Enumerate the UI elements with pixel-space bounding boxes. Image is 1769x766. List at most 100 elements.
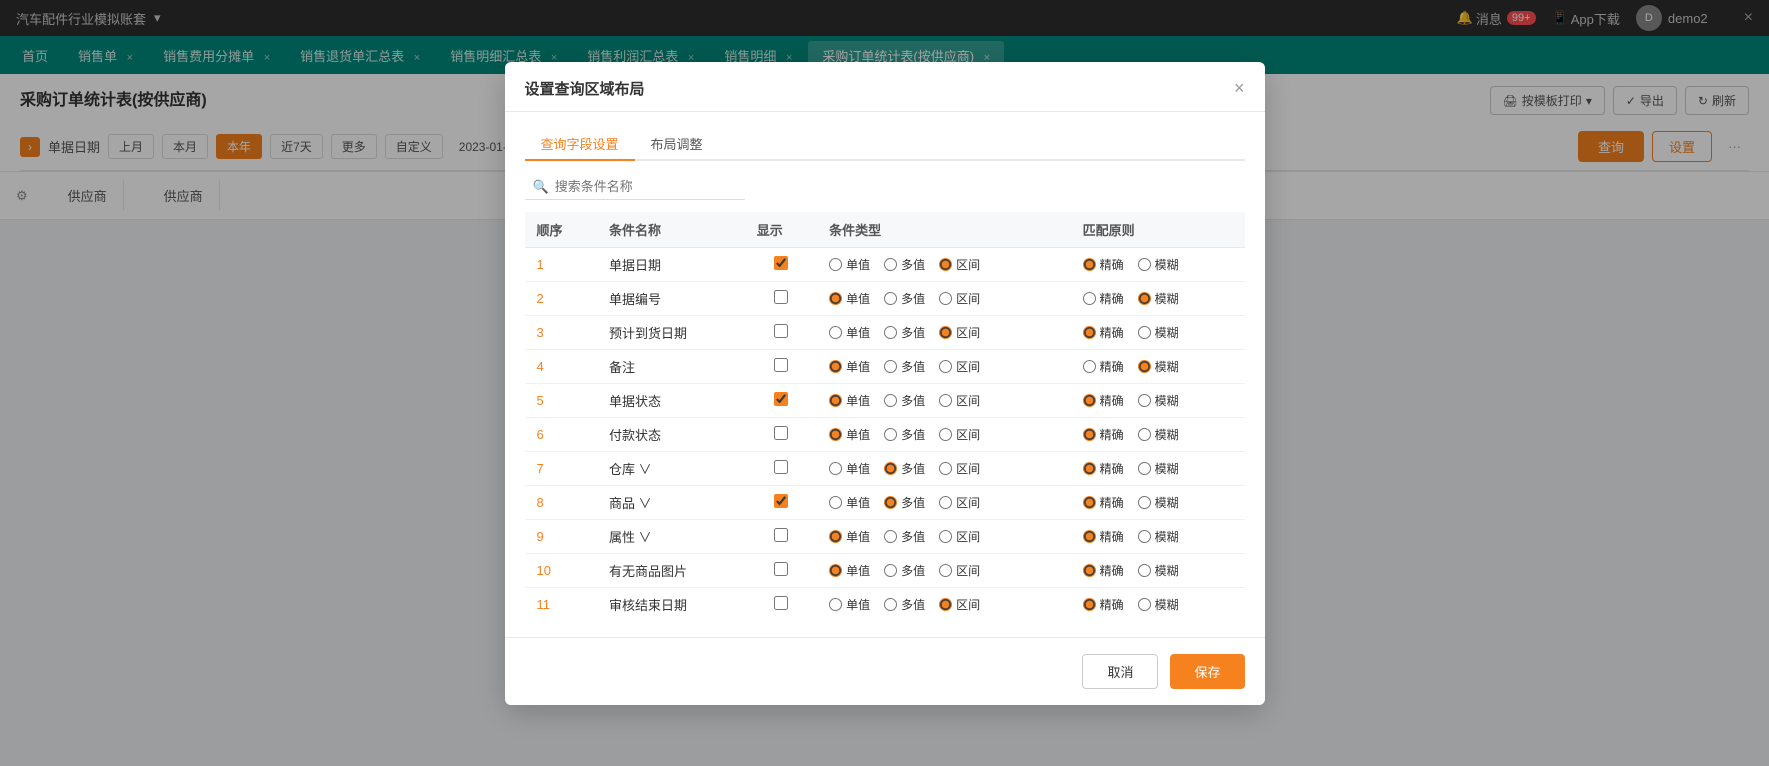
row-match-cell: 精确模糊 — [1071, 553, 1245, 587]
row-name: 单据状态 — [597, 383, 745, 417]
type-radio-多值[interactable]: 多值 — [884, 324, 925, 341]
match-radio-模糊[interactable]: 模糊 — [1138, 256, 1179, 273]
tab-query-fields[interactable]: 查询字段设置 — [525, 128, 635, 161]
type-radio-区间[interactable]: 区间 — [939, 460, 980, 477]
type-radio-多值[interactable]: 多值 — [884, 426, 925, 443]
match-radio-精确[interactable]: 精确 — [1083, 290, 1124, 307]
display-checkbox[interactable] — [774, 358, 788, 372]
row-order: 7 — [525, 451, 597, 485]
type-radio-区间[interactable]: 区间 — [939, 528, 980, 545]
type-radio-多值[interactable]: 多值 — [884, 596, 925, 613]
row-type-cell: 单值多值区间 — [817, 485, 1071, 519]
match-radio-精确[interactable]: 精确 — [1083, 562, 1124, 579]
display-checkbox[interactable] — [774, 562, 788, 576]
row-type-cell: 单值多值区间 — [817, 519, 1071, 553]
match-radio-模糊[interactable]: 模糊 — [1138, 460, 1179, 477]
search-input[interactable] — [555, 179, 735, 194]
type-radio-单值[interactable]: 单值 — [829, 358, 870, 375]
row-type-cell: 单值多值区间 — [817, 349, 1071, 383]
row-match-cell: 精确模糊 — [1071, 587, 1245, 621]
match-radio-模糊[interactable]: 模糊 — [1138, 494, 1179, 511]
type-radio-单值[interactable]: 单值 — [829, 256, 870, 273]
row-display-cell — [745, 519, 817, 553]
type-radio-区间[interactable]: 区间 — [939, 596, 980, 613]
row-display-cell — [745, 587, 817, 621]
match-radio-模糊[interactable]: 模糊 — [1138, 392, 1179, 409]
cancel-button[interactable]: 取消 — [1082, 654, 1158, 689]
type-radio-单值[interactable]: 单值 — [829, 324, 870, 341]
th-match: 匹配原则 — [1071, 212, 1245, 248]
match-radio-精确[interactable]: 精确 — [1083, 392, 1124, 409]
match-radio-模糊[interactable]: 模糊 — [1138, 290, 1179, 307]
row-display-cell — [745, 281, 817, 315]
match-radio-模糊[interactable]: 模糊 — [1138, 324, 1179, 341]
type-radio-多值[interactable]: 多值 — [884, 256, 925, 273]
row-display-cell — [745, 485, 817, 519]
type-radio-区间[interactable]: 区间 — [939, 324, 980, 341]
tab-layout[interactable]: 布局调整 — [635, 128, 719, 161]
type-radio-单值[interactable]: 单值 — [829, 392, 870, 409]
match-radio-模糊[interactable]: 模糊 — [1138, 596, 1179, 613]
type-radio-区间[interactable]: 区间 — [939, 358, 980, 375]
type-radio-多值[interactable]: 多值 — [884, 392, 925, 409]
row-order: 4 — [525, 349, 597, 383]
settings-modal: 设置查询区域布局 × 查询字段设置 布局调整 🔍 顺序 — [505, 62, 1265, 705]
type-radio-区间[interactable]: 区间 — [939, 426, 980, 443]
type-radio-区间[interactable]: 区间 — [939, 290, 980, 307]
row-match-cell: 精确模糊 — [1071, 281, 1245, 315]
row-order: 11 — [525, 587, 597, 621]
type-radio-多值[interactable]: 多值 — [884, 358, 925, 375]
type-radio-区间[interactable]: 区间 — [939, 562, 980, 579]
type-radio-单值[interactable]: 单值 — [829, 562, 870, 579]
match-radio-模糊[interactable]: 模糊 — [1138, 426, 1179, 443]
match-radio-精确[interactable]: 精确 — [1083, 256, 1124, 273]
match-radio-精确[interactable]: 精确 — [1083, 358, 1124, 375]
display-checkbox[interactable] — [774, 596, 788, 610]
type-radio-多值[interactable]: 多值 — [884, 460, 925, 477]
row-name: 单据日期 — [597, 247, 745, 281]
display-checkbox[interactable] — [774, 460, 788, 474]
row-match-cell: 精确模糊 — [1071, 383, 1245, 417]
display-checkbox[interactable] — [774, 256, 788, 270]
type-radio-多值[interactable]: 多值 — [884, 562, 925, 579]
type-radio-区间[interactable]: 区间 — [939, 256, 980, 273]
row-type-cell: 单值多值区间 — [817, 553, 1071, 587]
match-radio-精确[interactable]: 精确 — [1083, 596, 1124, 613]
type-radio-单值[interactable]: 单值 — [829, 596, 870, 613]
type-radio-多值[interactable]: 多值 — [884, 528, 925, 545]
match-radio-模糊[interactable]: 模糊 — [1138, 528, 1179, 545]
display-checkbox[interactable] — [774, 528, 788, 542]
display-checkbox[interactable] — [774, 392, 788, 406]
type-radio-区间[interactable]: 区间 — [939, 494, 980, 511]
match-radio-模糊[interactable]: 模糊 — [1138, 562, 1179, 579]
display-checkbox[interactable] — [774, 426, 788, 440]
type-radio-区间[interactable]: 区间 — [939, 392, 980, 409]
match-radio-精确[interactable]: 精确 — [1083, 494, 1124, 511]
display-checkbox[interactable] — [774, 324, 788, 338]
display-checkbox[interactable] — [774, 290, 788, 304]
type-radio-多值[interactable]: 多值 — [884, 494, 925, 511]
save-button[interactable]: 保存 — [1170, 654, 1244, 689]
display-checkbox[interactable] — [774, 494, 788, 508]
match-radio-模糊[interactable]: 模糊 — [1138, 358, 1179, 375]
type-radio-单值[interactable]: 单值 — [829, 426, 870, 443]
match-radio-精确[interactable]: 精确 — [1083, 324, 1124, 341]
row-name: 商品 ∨ — [597, 485, 745, 519]
type-radio-单值[interactable]: 单值 — [829, 494, 870, 511]
type-radio-单值[interactable]: 单值 — [829, 528, 870, 545]
row-order: 1 — [525, 247, 597, 281]
row-order: 10 — [525, 553, 597, 587]
match-radio-精确[interactable]: 精确 — [1083, 528, 1124, 545]
type-radio-多值[interactable]: 多值 — [884, 290, 925, 307]
match-radio-精确[interactable]: 精确 — [1083, 426, 1124, 443]
table-row: 10有无商品图片单值多值区间精确模糊 — [525, 553, 1245, 587]
table-row: 9属性 ∨单值多值区间精确模糊 — [525, 519, 1245, 553]
row-type-cell: 单值多值区间 — [817, 417, 1071, 451]
row-name: 付款状态 — [597, 417, 745, 451]
row-name: 仓库 ∨ — [597, 451, 745, 485]
row-order: 3 — [525, 315, 597, 349]
match-radio-精确[interactable]: 精确 — [1083, 460, 1124, 477]
type-radio-单值[interactable]: 单值 — [829, 290, 870, 307]
modal-close-button[interactable]: × — [1234, 79, 1245, 97]
type-radio-单值[interactable]: 单值 — [829, 460, 870, 477]
